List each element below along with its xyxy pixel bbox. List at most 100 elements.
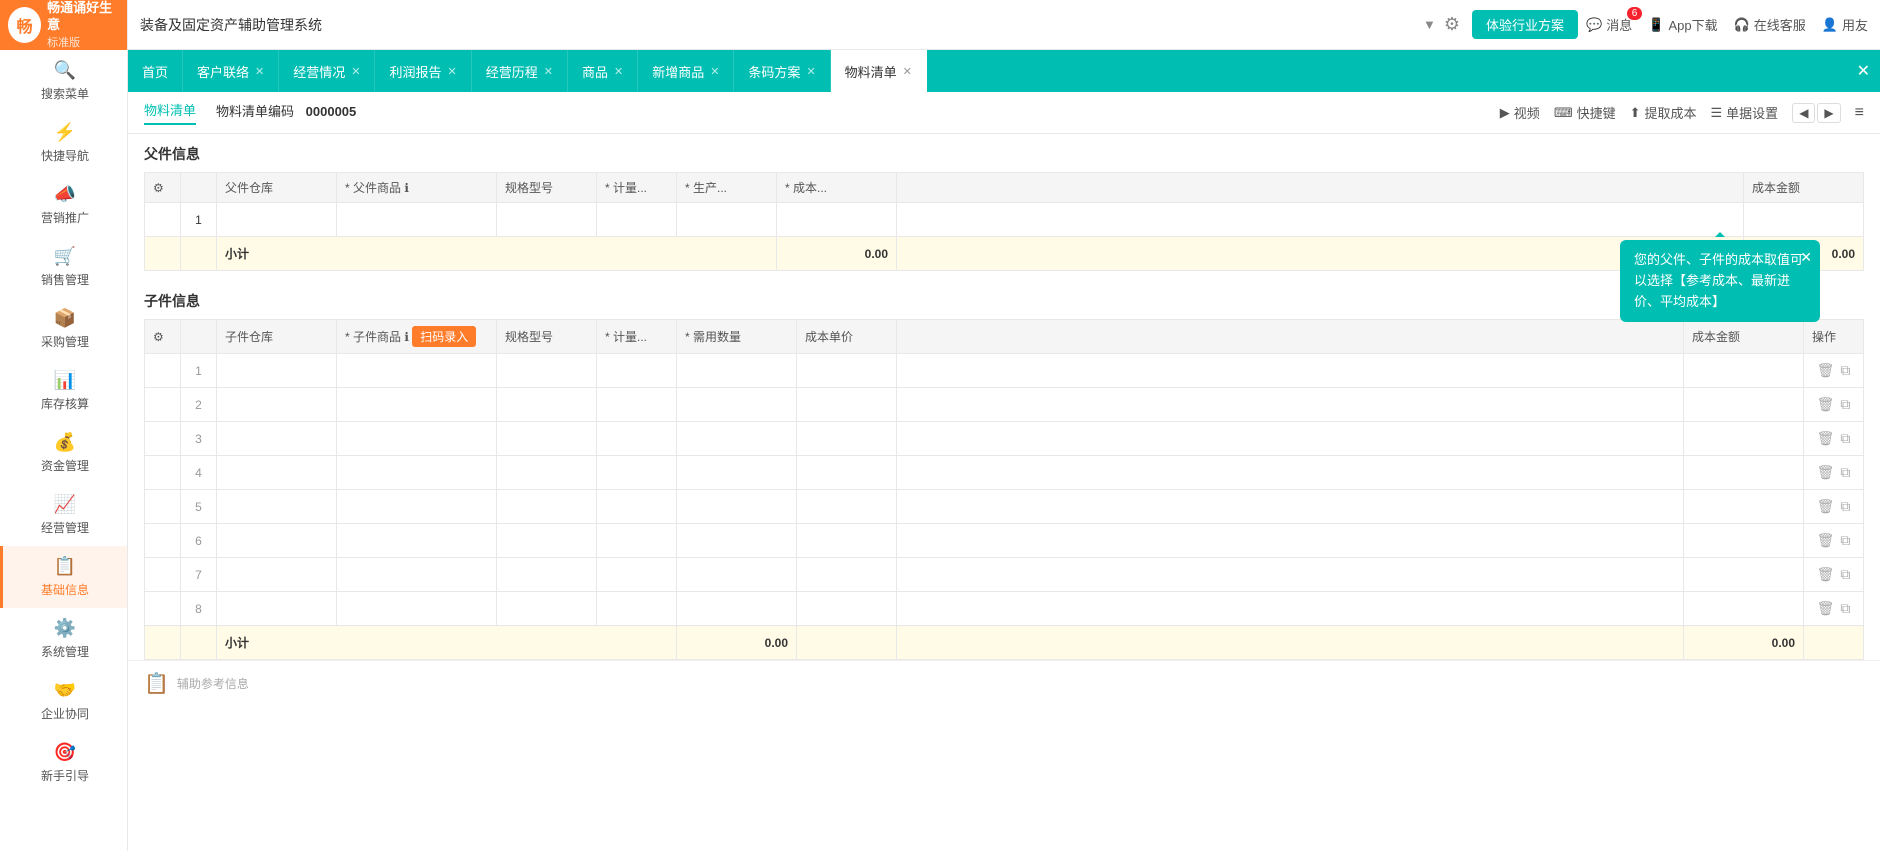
shortcut-btn[interactable]: ⌨ 快捷键 bbox=[1554, 103, 1616, 122]
child-row3-product[interactable] bbox=[337, 422, 497, 456]
child-row7-unit[interactable] bbox=[597, 558, 677, 592]
messages-badge[interactable]: 💬 消息 6 bbox=[1586, 15, 1632, 34]
child-row8-product[interactable] bbox=[337, 592, 497, 626]
sidebar-item-库存核算[interactable]: 📊 库存核算 bbox=[0, 360, 127, 422]
child-row1-spec[interactable] bbox=[497, 354, 597, 388]
child-row1-product[interactable] bbox=[337, 354, 497, 388]
child-row7-warehouse[interactable] bbox=[217, 558, 337, 592]
copy-icon-row8[interactable]: ⧉ bbox=[1840, 600, 1850, 617]
navtab-close-icon[interactable]: ✕ bbox=[806, 65, 815, 78]
child-row6-price[interactable] bbox=[797, 524, 897, 558]
navtab-首页[interactable]: 首页 bbox=[128, 50, 183, 92]
delete-icon-row8[interactable]: 🗑 bbox=[1817, 600, 1835, 617]
list-view-icon[interactable]: ≡ bbox=[1855, 104, 1864, 122]
child-row8-price[interactable] bbox=[797, 592, 897, 626]
sidebar-item-经营管理[interactable]: 📈 经营管理 bbox=[0, 484, 127, 546]
extract-cost-btn[interactable]: ⬆ 提取成本 bbox=[1630, 103, 1697, 122]
navtab-close-icon[interactable]: ✕ bbox=[544, 65, 553, 78]
child-row2-spec[interactable] bbox=[497, 388, 597, 422]
child-row8-spec[interactable] bbox=[497, 592, 597, 626]
child-row6-product[interactable] bbox=[337, 524, 497, 558]
sub-tab-bill-of-materials[interactable]: 物料清单 bbox=[144, 100, 196, 125]
child-row5-unit[interactable] bbox=[597, 490, 677, 524]
navtab-商品[interactable]: 商品✕ bbox=[568, 50, 638, 92]
child-row5-qty[interactable] bbox=[677, 490, 797, 524]
navtab-close-icon[interactable]: ✕ bbox=[448, 65, 457, 78]
child-row4-warehouse[interactable] bbox=[217, 456, 337, 490]
child-row3-warehouse[interactable] bbox=[217, 422, 337, 456]
child-row3-qty[interactable] bbox=[677, 422, 797, 456]
parent-row1-cost[interactable] bbox=[777, 203, 897, 237]
app-download[interactable]: 📱 App下载 bbox=[1648, 15, 1717, 34]
delete-icon-row7[interactable]: 🗑 bbox=[1817, 566, 1835, 583]
sidebar-item-新手引导[interactable]: 🎯 新手引导 bbox=[0, 732, 127, 794]
nav-prev[interactable]: ◀ bbox=[1792, 103, 1815, 123]
close-all-tabs-btn[interactable]: ✕ bbox=[1847, 61, 1880, 81]
child-row7-price[interactable] bbox=[797, 558, 897, 592]
copy-icon-row4[interactable]: ⧉ bbox=[1840, 464, 1850, 481]
child-col-settings[interactable]: ⚙ bbox=[145, 320, 181, 354]
parent-row1-production[interactable] bbox=[677, 203, 777, 237]
sidebar-item-资金管理[interactable]: 💰 资金管理 bbox=[0, 422, 127, 484]
child-row3-price[interactable] bbox=[797, 422, 897, 456]
child-row7-product[interactable] bbox=[337, 558, 497, 592]
navtab-close-icon[interactable]: ✕ bbox=[255, 65, 264, 78]
dropdown-arrow[interactable]: ▼ bbox=[1423, 17, 1436, 32]
copy-icon-row6[interactable]: ⧉ bbox=[1840, 532, 1850, 549]
parent-row1-product[interactable] bbox=[337, 203, 497, 237]
navtab-close-icon[interactable]: ✕ bbox=[614, 65, 623, 78]
sidebar-item-营销推广[interactable]: 📣 营销推广 bbox=[0, 174, 127, 236]
child-row1-qty[interactable] bbox=[677, 354, 797, 388]
child-row4-unit[interactable] bbox=[597, 456, 677, 490]
sidebar-item-搜索菜单[interactable]: 🔍 搜索菜单 bbox=[0, 50, 127, 112]
navtab-新增商品[interactable]: 新增商品✕ bbox=[638, 50, 734, 92]
child-row1-unit[interactable] bbox=[597, 354, 677, 388]
nav-next[interactable]: ▶ bbox=[1817, 103, 1840, 123]
navtab-close-icon[interactable]: ✕ bbox=[351, 65, 360, 78]
online-service[interactable]: 🎧 在线客服 bbox=[1734, 15, 1806, 34]
navtab-物料清单[interactable]: 物料清单✕ bbox=[831, 50, 927, 92]
parent-row1-unit[interactable] bbox=[597, 203, 677, 237]
child-row6-qty[interactable] bbox=[677, 524, 797, 558]
child-row8-qty[interactable] bbox=[677, 592, 797, 626]
sidebar-item-销售管理[interactable]: 🛒 销售管理 bbox=[0, 236, 127, 298]
child-row8-unit[interactable] bbox=[597, 592, 677, 626]
trial-button[interactable]: 体验行业方案 bbox=[1472, 10, 1578, 39]
parent-col-settings[interactable]: ⚙ bbox=[145, 173, 181, 203]
copy-icon-row7[interactable]: ⧉ bbox=[1840, 566, 1850, 583]
child-row2-warehouse[interactable] bbox=[217, 388, 337, 422]
child-row4-qty[interactable] bbox=[677, 456, 797, 490]
child-row8-warehouse[interactable] bbox=[217, 592, 337, 626]
child-row6-unit[interactable] bbox=[597, 524, 677, 558]
child-row6-spec[interactable] bbox=[497, 524, 597, 558]
child-row3-spec[interactable] bbox=[497, 422, 597, 456]
sidebar-item-企业协同[interactable]: 🤝 企业协同 bbox=[0, 670, 127, 732]
child-row3-unit[interactable] bbox=[597, 422, 677, 456]
child-row4-price[interactable] bbox=[797, 456, 897, 490]
child-row2-price[interactable] bbox=[797, 388, 897, 422]
sidebar-item-快捷导航[interactable]: ⚡ 快捷导航 bbox=[0, 112, 127, 174]
child-row5-product[interactable] bbox=[337, 490, 497, 524]
navtab-close-icon[interactable]: ✕ bbox=[710, 65, 719, 78]
child-row1-warehouse[interactable] bbox=[217, 354, 337, 388]
delete-icon-row1[interactable]: 🗑 bbox=[1817, 362, 1835, 379]
child-row7-spec[interactable] bbox=[497, 558, 597, 592]
single-settings-btn[interactable]: ☰ 单据设置 bbox=[1711, 103, 1779, 122]
user-area[interactable]: 👤 用友 bbox=[1822, 15, 1868, 34]
delete-icon-row4[interactable]: 🗑 bbox=[1817, 464, 1835, 481]
navtab-经营历程[interactable]: 经营历程✕ bbox=[472, 50, 568, 92]
navtab-close-icon[interactable]: ✕ bbox=[903, 65, 912, 78]
child-row5-spec[interactable] bbox=[497, 490, 597, 524]
navtab-客户联络[interactable]: 客户联络✕ bbox=[183, 50, 279, 92]
parent-row1-warehouse[interactable] bbox=[217, 203, 337, 237]
child-row2-product[interactable] bbox=[337, 388, 497, 422]
parent-row1-spec[interactable] bbox=[497, 203, 597, 237]
navtab-条码方案[interactable]: 条码方案✕ bbox=[734, 50, 830, 92]
view-btn[interactable]: ▶ 视频 bbox=[1500, 103, 1540, 122]
sidebar-item-系统管理[interactable]: ⚙️ 系统管理 bbox=[0, 608, 127, 670]
child-row5-price[interactable] bbox=[797, 490, 897, 524]
child-row4-product[interactable] bbox=[337, 456, 497, 490]
child-row2-qty[interactable] bbox=[677, 388, 797, 422]
scan-input-btn[interactable]: 扫码录入 bbox=[412, 326, 476, 347]
tooltip-close-btn[interactable]: ✕ bbox=[1800, 246, 1812, 268]
